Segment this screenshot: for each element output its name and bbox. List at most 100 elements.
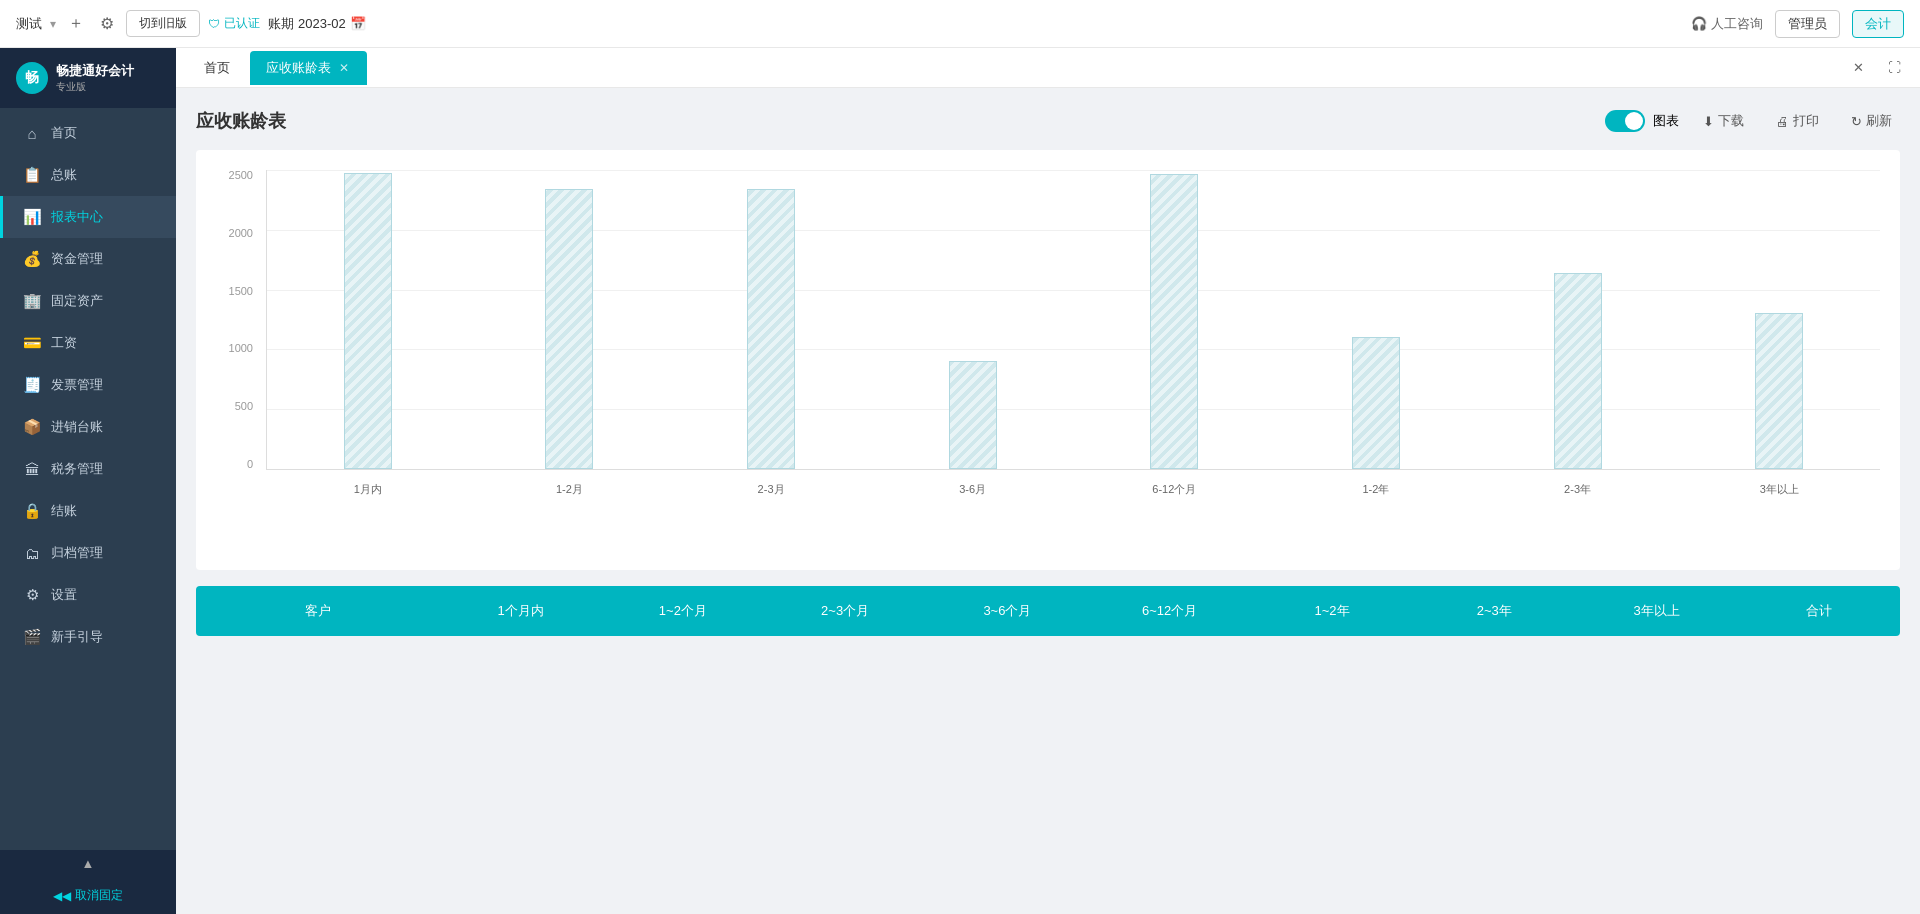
x-label-2-3year: 2-3年 <box>1564 482 1591 497</box>
report-icon: 📊 <box>23 208 41 226</box>
ledger-icon: 📋 <box>23 166 41 184</box>
bar-6-12month-fill <box>1150 174 1198 469</box>
sidebar-item-fixed-assets[interactable]: 🏢固定资产 <box>0 280 176 322</box>
chart-container: 0 500 1000 1500 2000 2500 <box>196 150 1900 570</box>
consult-label: 人工咨询 <box>1711 15 1763 33</box>
bar-1month: 1月内 <box>267 170 469 469</box>
bar-1-2month-fill <box>545 189 593 469</box>
logo-text-area: 畅捷通好会计 专业版 <box>56 62 134 94</box>
sidebar-item-closing[interactable]: 🔒 结账 <box>0 490 176 532</box>
certified-badge: 🛡 已认证 <box>208 15 260 32</box>
add-icon[interactable]: ＋ <box>64 9 88 38</box>
col-2-3year: 2~3年 <box>1413 586 1575 636</box>
sidebar-item-guide[interactable]: 🎬 新手引导 <box>0 616 176 658</box>
admin-button[interactable]: 管理员 <box>1775 10 1840 38</box>
tax-icon: 🏛 <box>23 461 41 478</box>
table-container: 客户 1个月内 1~2个月 2~3个月 3~6个月 6~12个月 1~2年 2~… <box>196 586 1900 636</box>
x-label-2-3month: 2-3月 <box>758 482 785 497</box>
archive-icon: 🗂 <box>23 545 41 562</box>
x-label-3-6month: 3-6月 <box>959 482 986 497</box>
bars-area: 1月内 1-2月 2-3月 <box>266 170 1880 470</box>
sidebar-label-guide: 新手引导 <box>51 628 103 646</box>
company-name: 测试 <box>16 15 42 33</box>
inventory-icon: 📦 <box>23 418 41 436</box>
sidebar-label-funds: 资金管理 <box>51 250 103 268</box>
x-label-1-2month: 1-2月 <box>556 482 583 497</box>
switch-old-button[interactable]: 切到旧版 <box>126 10 200 37</box>
consult-button[interactable]: 🎧 人工咨询 <box>1691 15 1763 33</box>
settings-icon[interactable]: ⚙ <box>96 10 118 37</box>
ar-aging-tab-label: 应收账龄表 <box>266 59 331 77</box>
col-2-3month: 2~3个月 <box>764 586 926 636</box>
sidebar-label-inventory: 进销台账 <box>51 418 103 436</box>
main-layout: 畅 畅捷通好会计 专业版 ⌂ 首页 📋 总账 📊报表中心 💰 资金管理 🏢固定资产💳工资🧾发票… <box>0 48 1920 914</box>
logo-icon: 畅 <box>16 62 48 94</box>
sidebar-item-funds[interactable]: 💰 资金管理 <box>0 238 176 280</box>
closing-icon: 🔒 <box>23 502 41 520</box>
scroll-up-btn[interactable]: ▲ <box>0 850 176 877</box>
settings-icon: ⚙ <box>23 586 41 604</box>
tab-close-window-icon[interactable]: ✕ <box>1844 54 1872 82</box>
sidebar-label-home: 首页 <box>51 124 77 142</box>
sidebar-item-payroll[interactable]: 💳工资 <box>0 322 176 364</box>
col-3year-plus: 3年以上 <box>1575 586 1737 636</box>
refresh-icon: ↻ <box>1851 114 1862 129</box>
x-label-3year-plus: 3年以上 <box>1760 482 1799 497</box>
print-label: 打印 <box>1793 112 1819 130</box>
x-label-1-2year: 1-2年 <box>1362 482 1389 497</box>
tab-expand-icon[interactable]: ⛶ <box>1880 54 1908 82</box>
cancel-pin-button[interactable]: ◀◀ 取消固定 <box>0 877 176 914</box>
sidebar-item-tax[interactable]: 🏛税务管理 <box>0 448 176 490</box>
sidebar-label-ledger: 总账 <box>51 166 77 184</box>
sidebar-label-closing: 结账 <box>51 502 77 520</box>
bar-1-2year-fill <box>1352 337 1400 469</box>
sidebar-item-inventory[interactable]: 📦 进销台账 <box>0 406 176 448</box>
sidebar-item-report[interactable]: 📊报表中心 <box>0 196 176 238</box>
bar-1month-fill <box>344 173 392 469</box>
bar-6-12month: 6-12个月 <box>1074 170 1276 469</box>
bar-2-3year-fill <box>1554 273 1602 469</box>
top-header: 测试 ▾ ＋ ⚙ 切到旧版 🛡 已认证 账期 2023-02 📅 🎧 人工咨询 … <box>0 0 1920 48</box>
print-button[interactable]: 🖨 打印 <box>1768 108 1827 134</box>
sidebar-item-home[interactable]: ⌂ 首页 <box>0 112 176 154</box>
chart-toggle-label: 图表 <box>1653 112 1679 130</box>
tab-ar-aging[interactable]: 应收账龄表 ✕ <box>250 51 367 85</box>
chart-toggle-switch[interactable] <box>1605 110 1645 132</box>
print-icon: 🖨 <box>1776 114 1789 129</box>
bar-3-6month: 3-6月 <box>872 170 1074 469</box>
bar-3year-plus-fill <box>1755 313 1803 469</box>
col-1-2year: 1~2年 <box>1251 586 1413 636</box>
period-label: 账期 <box>268 15 294 33</box>
tab-home[interactable]: 首页 <box>188 51 246 85</box>
period-value: 2023-02 <box>298 16 346 31</box>
funds-icon: 💰 <box>23 250 41 268</box>
download-button[interactable]: ⬇ 下载 <box>1695 108 1752 134</box>
bar-1-2year: 1-2年 <box>1275 170 1477 469</box>
sidebar-item-settings[interactable]: ⚙设置 <box>0 574 176 616</box>
bar-2-3year: 2-3年 <box>1477 170 1679 469</box>
download-label: 下载 <box>1718 112 1744 130</box>
y-label-2500: 2500 <box>216 170 261 181</box>
sidebar-label-fixed-assets: 固定资产 <box>51 292 103 310</box>
y-axis: 0 500 1000 1500 2000 2500 <box>216 170 261 470</box>
shield-icon: 🛡 <box>208 17 220 31</box>
col-6-12month: 6~12个月 <box>1089 586 1251 636</box>
sidebar-item-archive[interactable]: 🗂归档管理 <box>0 532 176 574</box>
calendar-icon[interactable]: 📅 <box>350 16 366 31</box>
sidebar-item-invoice[interactable]: 🧾发票管理 <box>0 364 176 406</box>
home-icon: ⌂ <box>23 125 41 142</box>
company-dropdown-icon[interactable]: ▾ <box>50 17 56 31</box>
y-label-500: 500 <box>216 401 261 412</box>
refresh-button[interactable]: ↻ 刷新 <box>1843 108 1900 134</box>
logo-char: 畅 <box>25 69 39 87</box>
header-right: 🎧 人工咨询 管理员 会计 <box>1691 10 1904 38</box>
tab-bar: 首页 应收账龄表 ✕ ✕ ⛶ <box>176 48 1920 88</box>
sidebar-item-ledger[interactable]: 📋 总账 <box>0 154 176 196</box>
guide-icon: 🎬 <box>23 628 41 646</box>
download-icon: ⬇ <box>1703 114 1714 129</box>
col-customer: 客户 <box>196 586 439 636</box>
home-tab-label: 首页 <box>204 59 230 77</box>
header-left: 测试 ▾ ＋ ⚙ 切到旧版 🛡 已认证 账期 2023-02 📅 <box>16 9 1679 38</box>
tab-close-icon[interactable]: ✕ <box>337 61 351 75</box>
accountant-button[interactable]: 会计 <box>1852 10 1904 38</box>
